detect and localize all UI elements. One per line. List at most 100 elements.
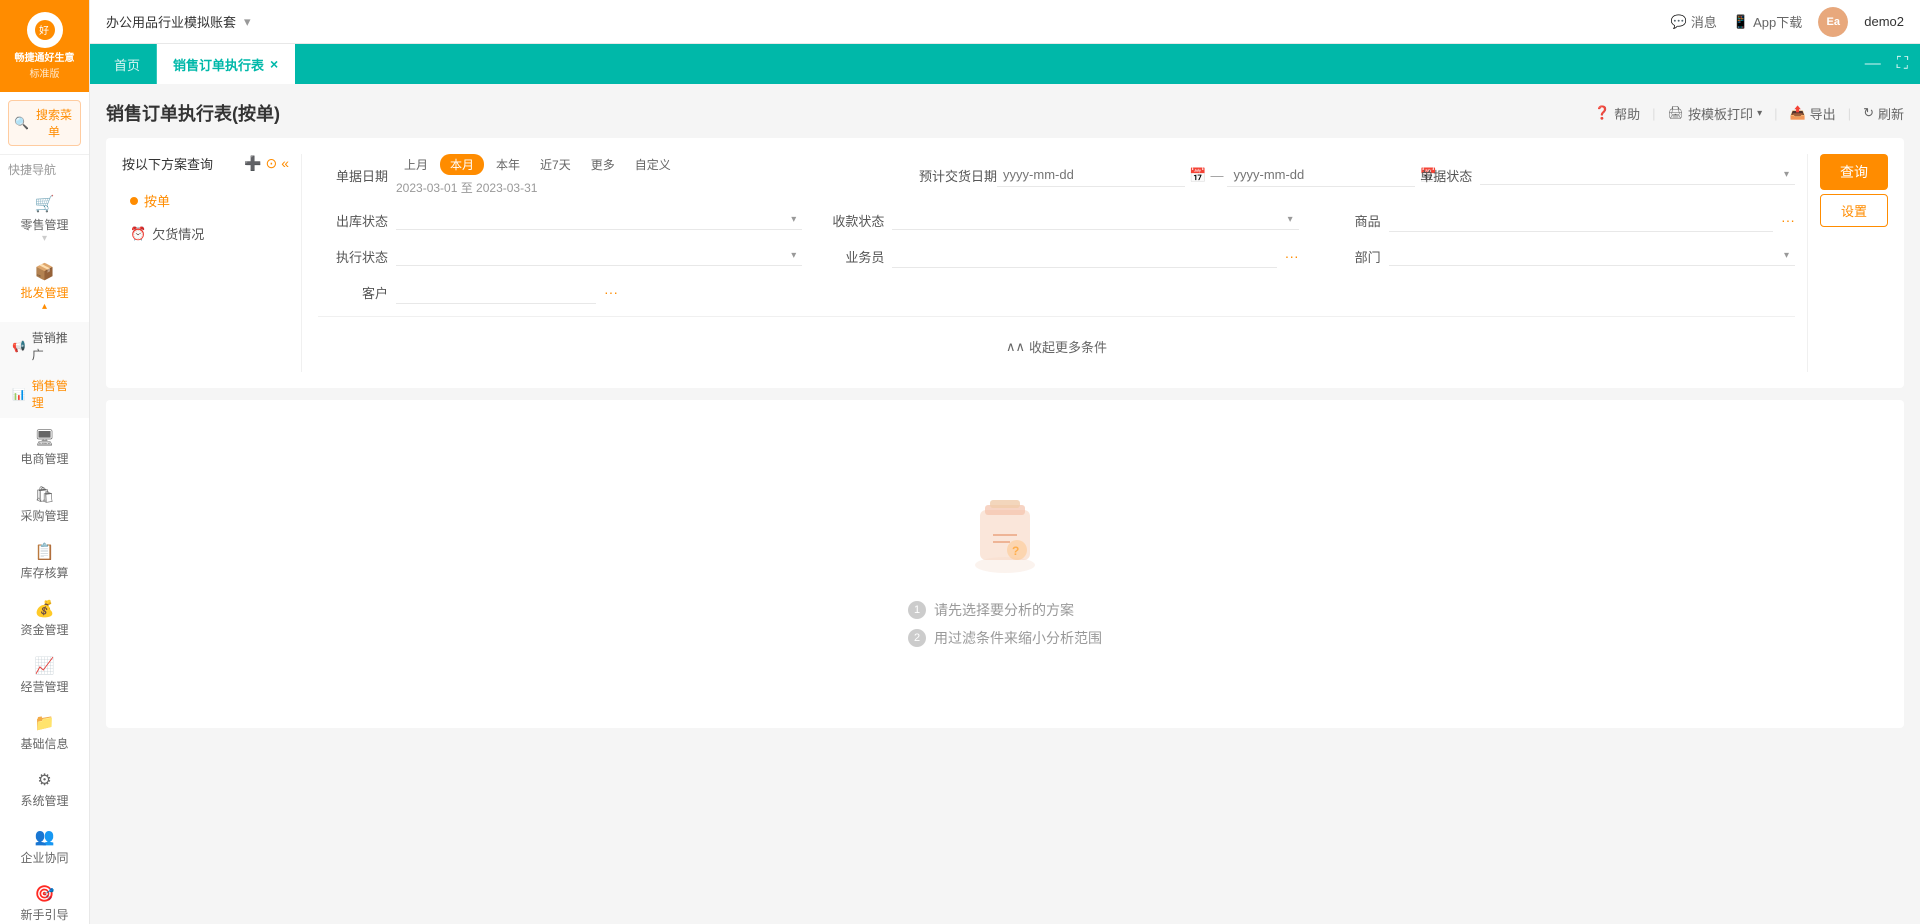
retail-label: 零售管理	[20, 216, 68, 233]
collapse-btn[interactable]: ∧∧ 收起更多条件	[318, 329, 1795, 364]
customer-input[interactable]	[396, 280, 596, 304]
salesperson-input[interactable]	[892, 244, 1276, 268]
date-tag-custom[interactable]: 自定义	[627, 154, 679, 175]
user-avatar[interactable]: Ea	[1818, 7, 1848, 37]
date-tag-thismonth[interactable]: 本月	[440, 154, 484, 175]
date-tag-last7days[interactable]: 近7天	[532, 154, 579, 175]
expected-date-start[interactable]	[997, 163, 1185, 187]
filter-field-customer: 客户 ···	[318, 280, 618, 304]
quick-nav-label: 快捷导航	[0, 155, 89, 184]
tab-home[interactable]: 首页	[98, 44, 157, 84]
sidebar-item-ecommerce[interactable]: 🖥 电商管理	[6, 420, 83, 475]
date-tag-more[interactable]: 更多	[583, 154, 623, 175]
filter-item-shortage[interactable]: ⏰ 欠货情况	[122, 218, 289, 249]
sidebar-item-guide[interactable]: 🎯 新手引导	[6, 876, 83, 924]
submenu-marketing[interactable]: 📢 营销推广	[0, 322, 89, 370]
ecommerce-icon: 🖥	[34, 428, 54, 448]
filter-row-2: 出库状态 ▾ 收款状态 ▾ 商品	[318, 208, 1795, 232]
filter-item-byorder[interactable]: 按单	[122, 185, 289, 216]
wholesale-arrow: ▴	[42, 301, 47, 312]
basic-icon: 📁	[35, 713, 55, 733]
date-tag-lastmonth[interactable]: 上月	[396, 154, 436, 175]
expected-date-start-icon[interactable]: 📅	[1189, 167, 1206, 184]
filter-field-date: 单据日期 上月 本月 本年 近7天 更多 自定义 2023-03-01 至 20…	[318, 154, 907, 196]
sidebar-item-enterprise[interactable]: 👥 企业协同	[6, 819, 83, 874]
topbar: 办公用品行业模拟账套 ▾ 💬 消息 📱 App下载 Ea demo2	[90, 0, 1920, 44]
search-button[interactable]: 查询	[1820, 154, 1888, 190]
svg-text:?: ?	[1012, 544, 1019, 558]
doc-status-arrow: ▾	[1784, 169, 1789, 180]
export-icon: 📤	[1789, 105, 1805, 121]
shortage-icon: ⏰	[130, 226, 146, 242]
topbar-arrow[interactable]: ▾	[244, 14, 251, 30]
logo-text: 畅捷通好生意	[15, 52, 75, 65]
help-button[interactable]: ❓ 帮助	[1594, 104, 1640, 123]
collection-status-arrow: ▾	[1288, 214, 1293, 225]
exec-status-select[interactable]: ▾	[396, 246, 802, 266]
sidebar-item-operations[interactable]: 📈 经营管理	[6, 648, 83, 703]
enterprise-icon: 👥	[35, 827, 55, 847]
collection-status-select[interactable]: ▾	[892, 210, 1298, 230]
step-2-text: 用过滤条件来缩小分析范围	[934, 628, 1102, 648]
shortage-label: 欠货情况	[152, 224, 204, 243]
dept-arrow: ▾	[1784, 250, 1789, 261]
export-button[interactable]: 📤 导出	[1789, 104, 1835, 123]
step-num-2: 2	[908, 629, 926, 647]
sidebar-item-purchase[interactable]: 🛍 采购管理	[6, 477, 83, 532]
print-dropdown-icon: ▾	[1757, 108, 1762, 119]
date-tags: 上月 本月 本年 近7天 更多 自定义	[396, 154, 907, 175]
sidebar-item-basic[interactable]: 📁 基础信息	[6, 705, 83, 760]
dept-select[interactable]: ▾	[1389, 246, 1795, 266]
tab-sales-exec-label: 销售订单执行表	[173, 55, 264, 74]
customer-label: 客户	[318, 283, 388, 302]
refresh-label: 刷新	[1878, 104, 1904, 123]
search-btn-area: 查询 设置	[1807, 154, 1888, 372]
collapse-plan-icon[interactable]: «	[281, 155, 289, 172]
sidebar-logo[interactable]: 好 畅捷通好生意 标准版	[0, 0, 89, 92]
doc-status-label: 单据状态	[1402, 166, 1472, 185]
edit-plan-icon[interactable]: ⊙	[265, 155, 277, 172]
minimize-window-icon[interactable]: —	[1861, 51, 1885, 77]
out-status-arrow: ▾	[791, 214, 796, 225]
print-button[interactable]: 🖨 按模板打印 ▾	[1668, 104, 1763, 123]
marketing-icon: 📢	[12, 340, 26, 353]
doc-status-select[interactable]: ▾	[1480, 165, 1795, 185]
tab-close-icon[interactable]: ×	[270, 56, 278, 72]
operations-label: 经营管理	[20, 678, 68, 695]
date-range-display: 2023-03-01 至 2023-03-31	[396, 179, 907, 196]
tab-sales-exec[interactable]: 销售订单执行表 ×	[157, 44, 295, 84]
page-content: 销售订单执行表(按单) ❓ 帮助 | 🖨 按模板打印 ▾ | 📤 导出 |	[90, 84, 1920, 924]
refresh-button[interactable]: ↻ 刷新	[1863, 104, 1904, 123]
tabbar-right-actions: — ⛶	[1861, 51, 1912, 77]
app-download-button[interactable]: 📱 App下载	[1733, 12, 1802, 31]
sidebar-item-system[interactable]: ⚙ 系统管理	[6, 762, 83, 817]
message-button[interactable]: 💬 消息	[1671, 12, 1717, 31]
goods-ellipsis[interactable]: ···	[1781, 212, 1795, 228]
filter-plan-actions: ➕ ⊙ «	[244, 155, 289, 172]
date-tag-thisyear[interactable]: 本年	[488, 154, 528, 175]
enterprise-label: 企业协同	[20, 849, 68, 866]
settings-button[interactable]: 设置	[1820, 194, 1888, 227]
sidebar-item-finance[interactable]: 💰 资金管理	[6, 591, 83, 646]
marketing-label: 营销推广	[32, 329, 77, 363]
add-plan-icon[interactable]: ➕	[244, 155, 261, 172]
byorder-label: 按单	[144, 191, 170, 210]
sidebar-item-inventory[interactable]: 📋 库存核算	[6, 534, 83, 589]
sales-label: 销售管理	[32, 377, 77, 411]
operations-icon: 📈	[35, 656, 55, 676]
salesperson-ellipsis[interactable]: ···	[1285, 248, 1299, 264]
sidebar-item-retail[interactable]: 🛒 零售管理 ▾	[6, 186, 83, 252]
fullscreen-icon[interactable]: ⛶	[1893, 51, 1912, 77]
customer-ellipsis[interactable]: ···	[604, 284, 618, 300]
empty-step-1: 1 请先选择要分析的方案	[908, 600, 1102, 620]
user-name[interactable]: demo2	[1864, 14, 1904, 29]
finance-icon: 💰	[35, 599, 55, 619]
search-menu-button[interactable]: 🔍 搜索菜单	[8, 100, 81, 146]
out-status-select[interactable]: ▾	[396, 210, 802, 230]
expected-date-end[interactable]	[1227, 163, 1415, 187]
submenu-sales[interactable]: 📊 销售管理	[0, 370, 89, 418]
topbar-right: 💬 消息 📱 App下载 Ea demo2	[1671, 7, 1904, 37]
main-area: 办公用品行业模拟账套 ▾ 💬 消息 📱 App下载 Ea demo2 首页	[90, 0, 1920, 924]
sidebar-item-wholesale[interactable]: 📦 批发管理 ▴	[6, 254, 83, 320]
goods-input[interactable]	[1389, 208, 1773, 232]
